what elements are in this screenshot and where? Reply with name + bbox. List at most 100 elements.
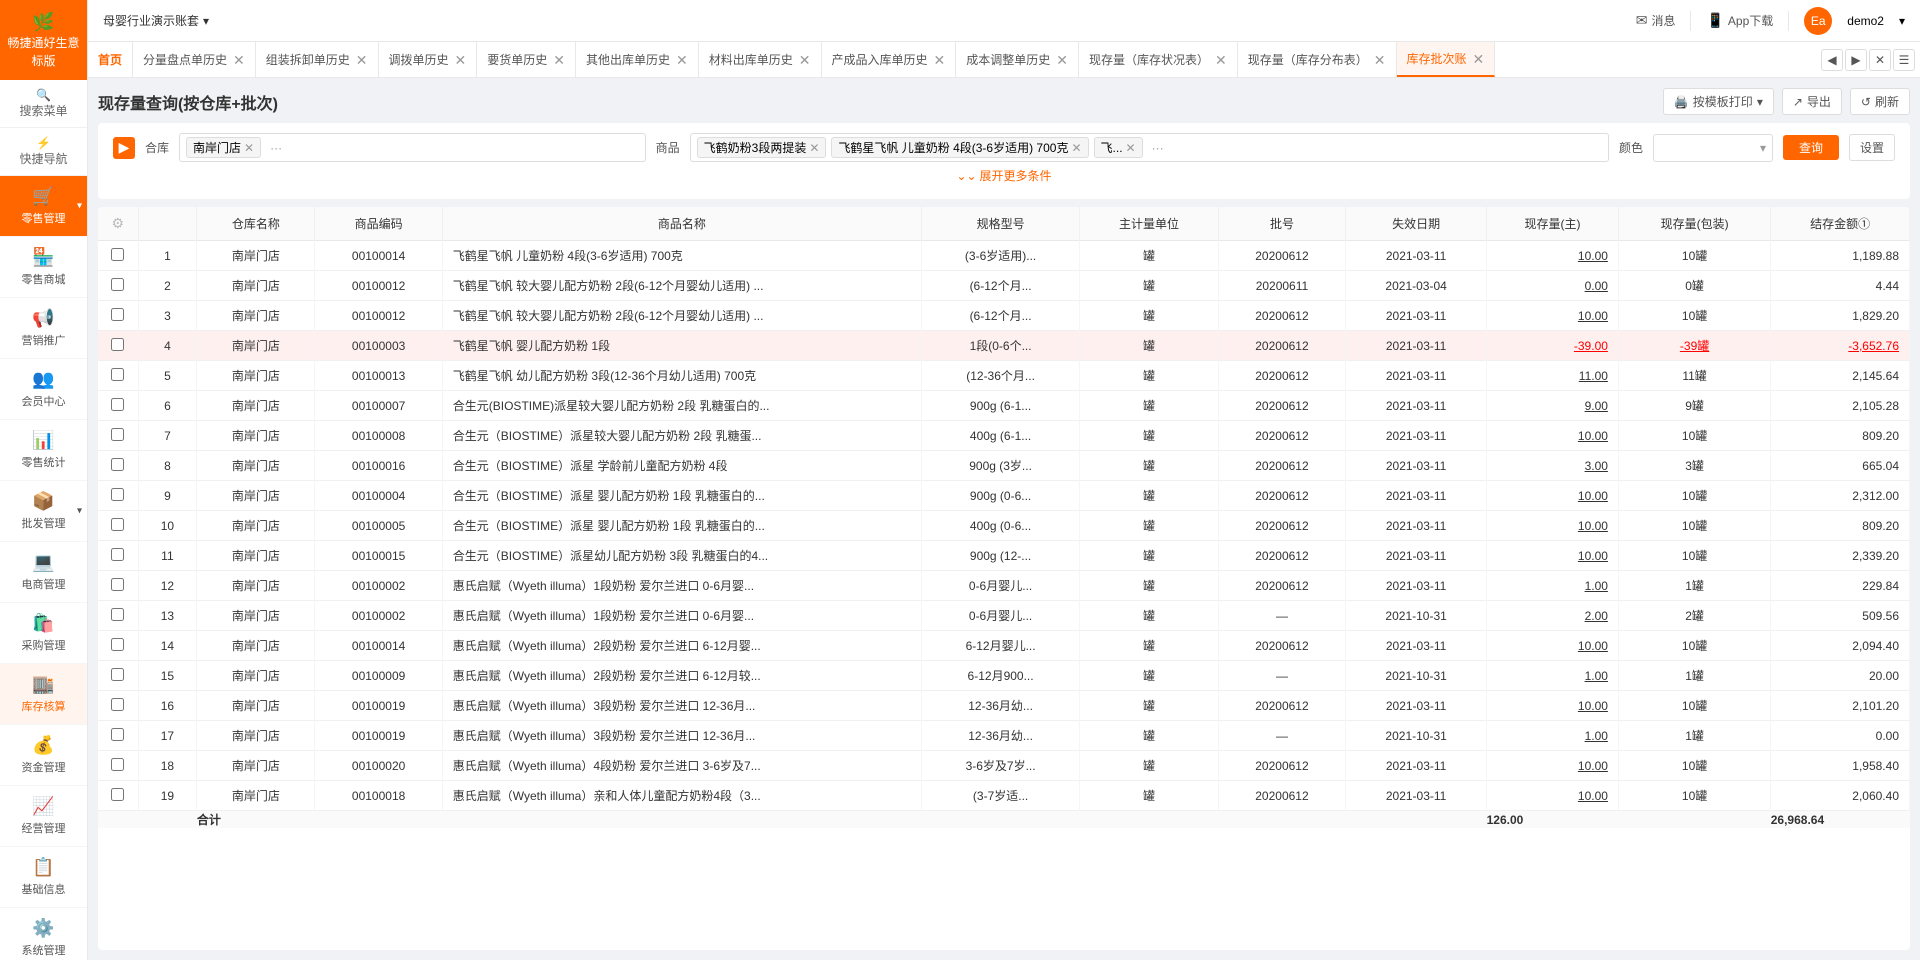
tab-split-checkin-history[interactable]: 分量盘点单历史✕ [133,42,256,77]
cell-qty-main[interactable]: 2.00 [1487,601,1619,631]
cell-qty-main[interactable]: 10.00 [1487,301,1619,331]
tab-close-cost-adjust-history[interactable]: ✕ [1056,53,1068,67]
tab-cost-adjust-history[interactable]: 成本调整单历史✕ [956,42,1079,77]
settings-button[interactable]: 设置 [1849,134,1895,161]
cell-checkbox[interactable] [98,691,138,721]
warehouse-more-dots[interactable]: ··· [266,141,286,155]
cell-qty-main[interactable]: 3.00 [1487,451,1619,481]
tab-prev-button[interactable]: ◀ [1821,49,1843,71]
tab-close-inventory-status[interactable]: ✕ [1215,53,1227,67]
tab-close-batch-voucher[interactable]: ✕ [1473,52,1485,66]
cell-checkbox[interactable] [98,751,138,781]
messages-button[interactable]: ✉ 消息 [1636,12,1676,29]
cell-qty-main[interactable]: 10.00 [1487,691,1619,721]
tab-close-split-checkin-history[interactable]: ✕ [233,53,245,67]
user-avatar[interactable]: Ea [1804,7,1832,35]
tab-other-out-history[interactable]: 其他出库单历史✕ [576,42,699,77]
tab-batch-voucher[interactable]: 库存批次账✕ [1397,42,1496,77]
sidebar-item-inventory[interactable]: 🏬 库存核算 [0,664,87,725]
sidebar-search[interactable]: 🔍 搜索菜单 [0,80,87,128]
cell-checkbox[interactable] [98,421,138,451]
cell-qty-main[interactable]: 10.00 [1487,751,1619,781]
cell-checkbox[interactable] [98,481,138,511]
cell-checkbox[interactable] [98,571,138,601]
cell-checkbox[interactable] [98,721,138,751]
tab-close-product-in-history[interactable]: ✕ [934,53,946,67]
cell-checkbox[interactable] [98,241,138,271]
cell-qty-main[interactable]: 9.00 [1487,391,1619,421]
product-tag-close-1[interactable]: ✕ [809,141,819,155]
expand-conditions-button[interactable]: ⌄⌄ 展开更多条件 [113,162,1895,189]
product-more-dots[interactable]: ··· [1148,141,1168,155]
cell-qty-main[interactable]: 10.00 [1487,421,1619,451]
cell-qty-main[interactable]: 1.00 [1487,571,1619,601]
tab-material-out-history[interactable]: 材料出库单历史✕ [699,42,822,77]
sidebar-item-retail-manage[interactable]: 🛒 零售管理 ▾ [0,176,87,237]
sidebar-item-retail-mall[interactable]: 🏪 零售商城 [0,237,87,298]
tab-close-disassembly-history[interactable]: ✕ [356,53,368,67]
cell-qty-main[interactable]: 10.00 [1487,781,1619,811]
product-tag-close-3[interactable]: ✕ [1126,141,1136,155]
cell-checkbox[interactable] [98,661,138,691]
product-tag-close-2[interactable]: ✕ [1071,141,1081,155]
cell-checkbox[interactable] [98,391,138,421]
tab-menu-button[interactable]: ☰ [1893,49,1915,71]
cell-qty-main[interactable]: 10.00 [1487,511,1619,541]
tab-close-mix-history[interactable]: ✕ [455,53,467,67]
cell-checkbox[interactable] [98,631,138,661]
filter-expand-arrow[interactable]: ▶ [113,137,135,159]
tab-close-material-out-history[interactable]: ✕ [799,53,811,67]
tab-next-button[interactable]: ▶ [1845,49,1867,71]
cell-checkbox[interactable] [98,271,138,301]
tab-mix-history[interactable]: 调拨单历史✕ [379,42,478,77]
tab-close-inventory-dist[interactable]: ✕ [1374,53,1386,67]
cell-checkbox[interactable] [98,781,138,811]
tab-close-all-button[interactable]: ✕ [1869,49,1891,71]
tab-close-order-history[interactable]: ✕ [553,53,565,67]
warehouse-filter-input[interactable]: 南岸门店 ✕ ··· [179,133,646,162]
cell-qty-main[interactable]: -39.00 [1487,331,1619,361]
cell-qty-main[interactable]: 10.00 [1487,481,1619,511]
refresh-button[interactable]: ↺ 刷新 [1850,88,1910,115]
sidebar-item-operations[interactable]: 📈 经营管理 [0,786,87,847]
cell-checkbox[interactable] [98,361,138,391]
sidebar-item-purchase[interactable]: 🛍️ 采购管理 [0,603,87,664]
warehouse-tag-close[interactable]: ✕ [244,141,254,155]
tab-product-in-history[interactable]: 产成品入库单历史✕ [822,42,957,77]
sidebar-item-ecommerce[interactable]: 💻 电商管理 [0,542,87,603]
cell-qty-main[interactable]: 10.00 [1487,241,1619,271]
sidebar-shortcut[interactable]: ⚡ 快捷导航 [0,128,87,176]
app-download-button[interactable]: 📱 App下载 [1706,12,1773,29]
cell-checkbox[interactable] [98,601,138,631]
sidebar-item-retail-stats[interactable]: 📊 零售统计 [0,420,87,481]
export-button[interactable]: ↗ 导出 [1782,88,1842,115]
tab-close-other-out-history[interactable]: ✕ [676,53,688,67]
tab-inventory-dist[interactable]: 现存量（库存分布表）✕ [1238,42,1397,77]
query-button[interactable]: 查询 [1783,135,1839,160]
cell-qty-main[interactable]: 0.00 [1487,271,1619,301]
cell-qty-main[interactable]: 1.00 [1487,721,1619,751]
cell-qty-main[interactable]: 11.00 [1487,361,1619,391]
sidebar-item-member-center[interactable]: 👥 会员中心 [0,359,87,420]
cell-qty-main[interactable]: 10.00 [1487,631,1619,661]
sidebar-item-finance[interactable]: 💰 资金管理 [0,725,87,786]
cell-checkbox[interactable] [98,541,138,571]
th-settings[interactable]: ⚙ [98,207,138,241]
tab-inventory-status[interactable]: 现存量（库存状况表）✕ [1079,42,1238,77]
cell-checkbox[interactable] [98,331,138,361]
color-filter-input[interactable]: ▾ [1653,134,1773,162]
print-button[interactable]: 🖨️ 按模板打印 ▾ [1663,88,1774,115]
cell-checkbox[interactable] [98,301,138,331]
sidebar-item-batch-manage[interactable]: 📦 批发管理 ▾ [0,481,87,542]
sidebar-item-basic-info[interactable]: 📋 基础信息 [0,847,87,908]
cell-checkbox[interactable] [98,451,138,481]
sidebar-item-marketing[interactable]: 📢 营销推广 [0,298,87,359]
breadcrumb-select[interactable]: 母婴行业演示账套 ▾ [103,12,209,29]
tab-disassembly-history[interactable]: 组装拆卸单历史✕ [256,42,379,77]
cell-qty-main[interactable]: 10.00 [1487,541,1619,571]
sidebar-item-sys-manage[interactable]: ⚙️ 系统管理 [0,908,87,960]
cell-qty-main[interactable]: 1.00 [1487,661,1619,691]
cell-checkbox[interactable] [98,511,138,541]
tab-order-history[interactable]: 要货单历史✕ [477,42,576,77]
tab-home[interactable]: 首页 [88,42,133,77]
